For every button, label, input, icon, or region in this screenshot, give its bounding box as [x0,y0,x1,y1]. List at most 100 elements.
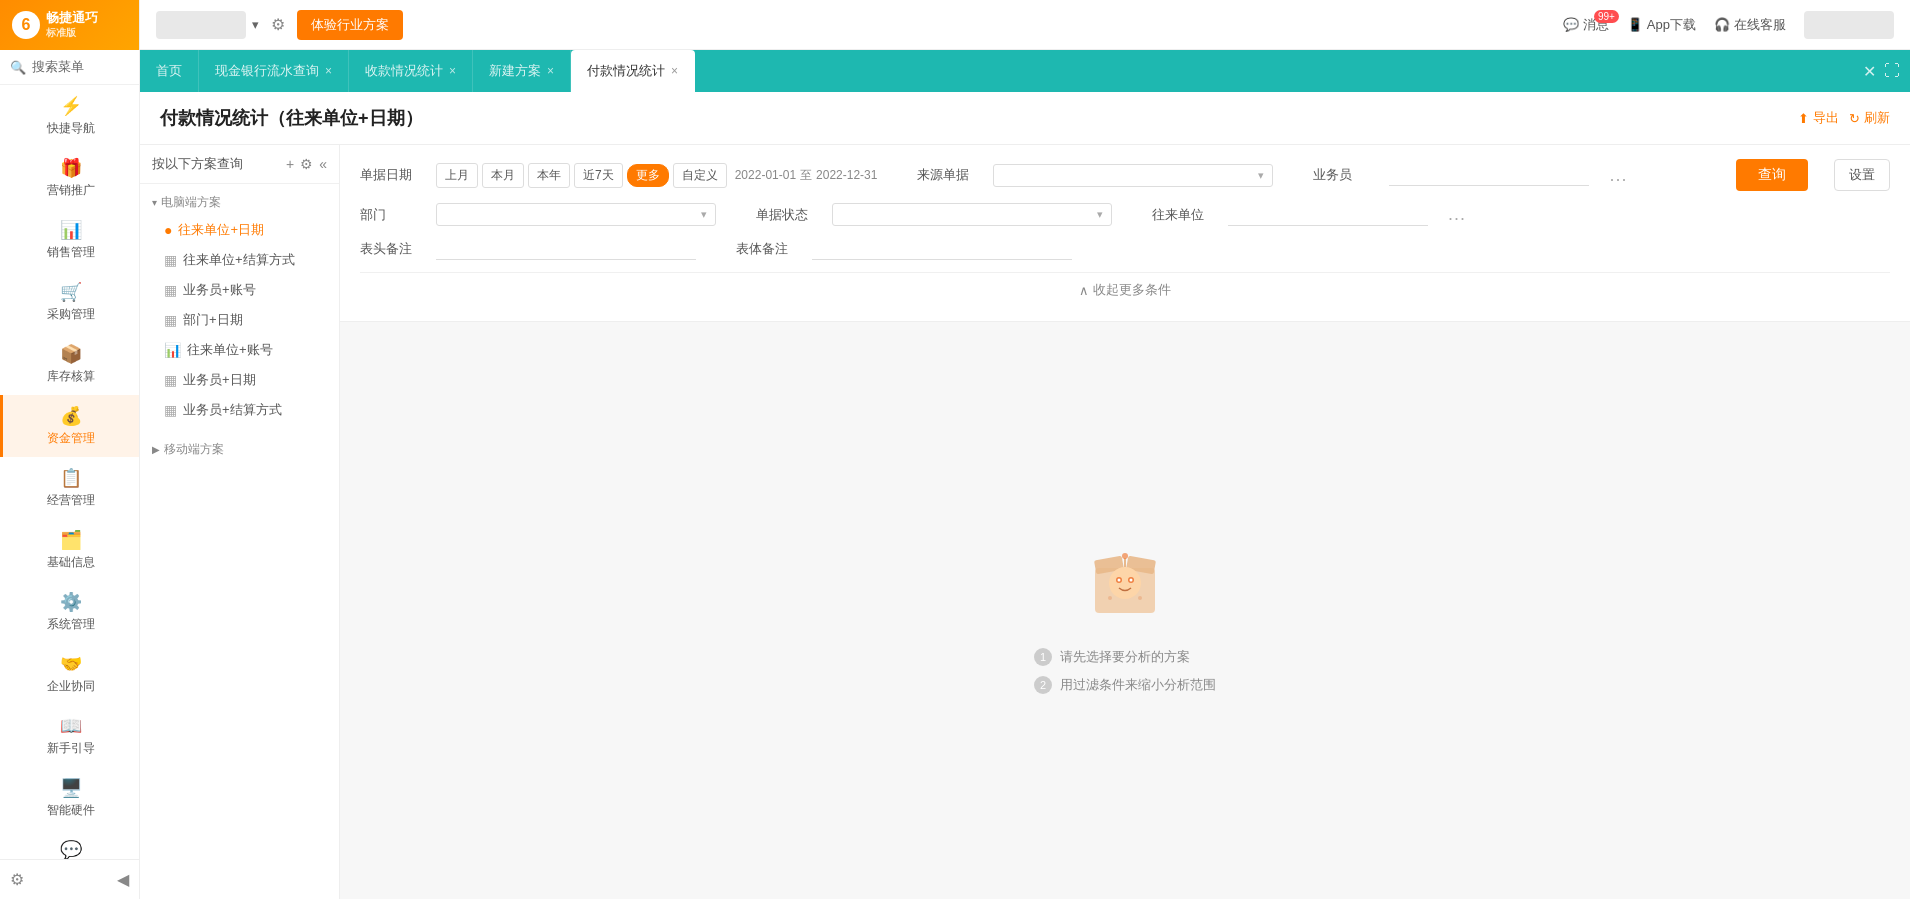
tab-bank-flow-close[interactable]: × [325,64,332,78]
receipt-status-select[interactable]: ▾ [832,203,1112,226]
tab-payment-stats[interactable]: 付款情况统计 × [571,50,695,92]
notice-badge: 99+ [1594,10,1619,23]
sidebar-settings-btn[interactable]: ⚙ [10,870,24,889]
partner-label: 往来单位 [1152,206,1208,224]
tip-num-2: 2 [1034,676,1052,694]
date-btn-7days[interactable]: 近7天 [574,163,623,188]
tab-new-scheme[interactable]: 新建方案 × [473,50,571,92]
trial-btn[interactable]: 体验行业方案 [297,10,403,40]
sidebar-item-operation[interactable]: 📋 经营管理 [0,457,139,519]
collapse-more-btn[interactable]: ∧ 收起更多条件 [360,272,1890,307]
mobile-group-arrow: ▶ [152,444,160,455]
scheme-item-unit-settle[interactable]: ▦ 往来单位+结算方式 [140,245,339,275]
company-name-placeholder [156,11,246,39]
date-btn-this-year[interactable]: 本年 [528,163,570,188]
filter-row-2: 部门 ▾ 单据状态 ▾ 往来单位 ... [360,203,1890,226]
sidebar-item-system[interactable]: ⚙️ 系统管理 [0,581,139,643]
svg-point-10 [1108,596,1112,600]
date-range-start: 2022-01-01 [735,168,796,182]
scheme-item-staff-account[interactable]: ▦ 业务员+账号 [140,275,339,305]
mobile-group-title[interactable]: ▶ 移动端方案 [140,437,339,462]
staff-label: 业务员 [1313,166,1369,184]
sidebar-item-marketing[interactable]: 🎁 营销推广 [0,147,139,209]
sidebar-item-finance[interactable]: 💰 资金管理 [0,395,139,457]
pc-group-title[interactable]: ▾ 电脑端方案 [140,190,339,215]
refresh-btn[interactable]: ↻ 刷新 [1849,109,1890,127]
company-selector[interactable]: ▾ [156,11,259,39]
sidebar-item-hardware[interactable]: 🖥️ 智能硬件 [0,767,139,829]
content-area: 按以下方案查询 + ⚙ « ▾ 电脑端方案 ● 往来单位+日期 [140,145,1910,899]
sidebar-item-basic[interactable]: 🗂️ 基础信息 [0,519,139,581]
tabs-right-actions: ✕ ⛶ [1853,50,1910,92]
tab-home[interactable]: 首页 [140,50,199,92]
tab-receipt-stats[interactable]: 收款情况统计 × [349,50,473,92]
table-header-note-input[interactable] [436,238,696,260]
enterprise-icon: 🤝 [60,653,82,675]
staff-dots[interactable]: ... [1609,165,1627,186]
service-label: 在线客服 [1734,16,1786,34]
scheme-item-staff-date[interactable]: ▦ 业务员+日期 [140,365,339,395]
date-range-end: 2022-12-31 [816,168,877,182]
online-service-btn[interactable]: 🎧 在线客服 [1714,16,1786,34]
empty-tip-1: 1 请先选择要分析的方案 [1034,648,1216,666]
date-btn-more[interactable]: 更多 [627,164,669,187]
message-icon: 💬 [1563,17,1579,32]
date-btn-custom[interactable]: 自定义 [673,163,727,188]
guide-icon: 📖 [60,715,82,737]
sidebar-item-sales[interactable]: 📊 销售管理 [0,209,139,271]
filter-area: 单据日期 上月 本月 本年 近7天 更多 自定义 2022-01-01 至 20 [340,145,1910,322]
sidebar-label: 企业协同 [47,678,95,695]
staff-input[interactable] [1389,164,1589,186]
sidebar-item-inventory[interactable]: 📦 库存核算 [0,333,139,395]
table-header-note-label: 表头备注 [360,240,416,258]
sidebar-item-guide[interactable]: 📖 新手引导 [0,705,139,767]
svg-point-3 [1109,567,1141,599]
date-range: 2022-01-01 至 2022-12-31 [735,167,878,184]
scheme-settings-btn[interactable]: ⚙ [300,156,313,172]
tab-expand-btn[interactable]: ⛶ [1884,62,1900,80]
app-download-label: App下载 [1647,16,1696,34]
tab-receipt-close[interactable]: × [449,64,456,78]
sidebar-label: 新手引导 [47,740,95,757]
scheme-item-dept-date[interactable]: ▦ 部门+日期 [140,305,339,335]
scheme-item-staff-settle[interactable]: ▦ 业务员+结算方式 [140,395,339,425]
sidebar-item-wechat[interactable]: 💬 企业微信 [0,829,139,859]
tab-bank-flow[interactable]: 现金银行流水查询 × [199,50,349,92]
partner-dots[interactable]: ... [1448,204,1466,225]
export-btn[interactable]: ⬆ 导出 [1798,109,1839,127]
date-btn-this-month[interactable]: 本月 [482,163,524,188]
sidebar-item-enterprise[interactable]: 🤝 企业协同 [0,643,139,705]
notification-btn[interactable]: 💬 消息 99+ [1563,16,1609,34]
tab-new-scheme-close[interactable]: × [547,64,554,78]
partner-input[interactable] [1228,204,1428,226]
tab-payment-close[interactable]: × [671,64,678,78]
svg-point-9 [1122,553,1128,559]
dept-label: 部门 [360,206,416,224]
source-select[interactable]: ▾ [993,164,1273,187]
sidebar-collapse-btn[interactable]: ◀ [117,870,129,889]
scheme-collapse-btn[interactable]: « [319,156,327,172]
table-body-note-input[interactable] [812,238,1072,260]
scheme-add-btn[interactable]: + [286,156,294,172]
date-label: 单据日期 [360,166,416,184]
scheme-item-unit-date[interactable]: ● 往来单位+日期 [140,215,339,245]
app-download-btn[interactable]: 📱 App下载 [1627,16,1696,34]
user-avatar[interactable] [1804,11,1894,39]
receipt-status-label: 单据状态 [756,206,812,224]
sidebar-item-quick-nav[interactable]: ⚡ 快捷导航 [0,85,139,147]
topbar-gear-icon[interactable]: ⚙ [271,15,285,34]
sidebar-search[interactable]: 🔍 搜索菜单 [0,50,139,85]
app-logo: 6 畅捷通巧 标准版 [0,0,139,50]
date-btn-last-month[interactable]: 上月 [436,163,478,188]
query-btn[interactable]: 查询 [1736,159,1808,191]
sidebar: 6 畅捷通巧 标准版 🔍 搜索菜单 ⚡ 快捷导航 🎁 营销推广 📊 销售管理 🛒… [0,0,140,899]
logo-icon: 6 [12,11,40,39]
scheme-title: 按以下方案查询 [152,155,243,173]
staff-account-label: 业务员+账号 [183,281,256,299]
sidebar-item-purchase[interactable]: 🛒 采购管理 [0,271,139,333]
finance-icon: 💰 [60,405,82,427]
setting-btn[interactable]: 设置 [1834,159,1890,191]
scheme-item-unit-account[interactable]: 📊 往来单位+账号 [140,335,339,365]
tab-close-all-btn[interactable]: ✕ [1863,62,1876,81]
dept-select[interactable]: ▾ [436,203,716,226]
